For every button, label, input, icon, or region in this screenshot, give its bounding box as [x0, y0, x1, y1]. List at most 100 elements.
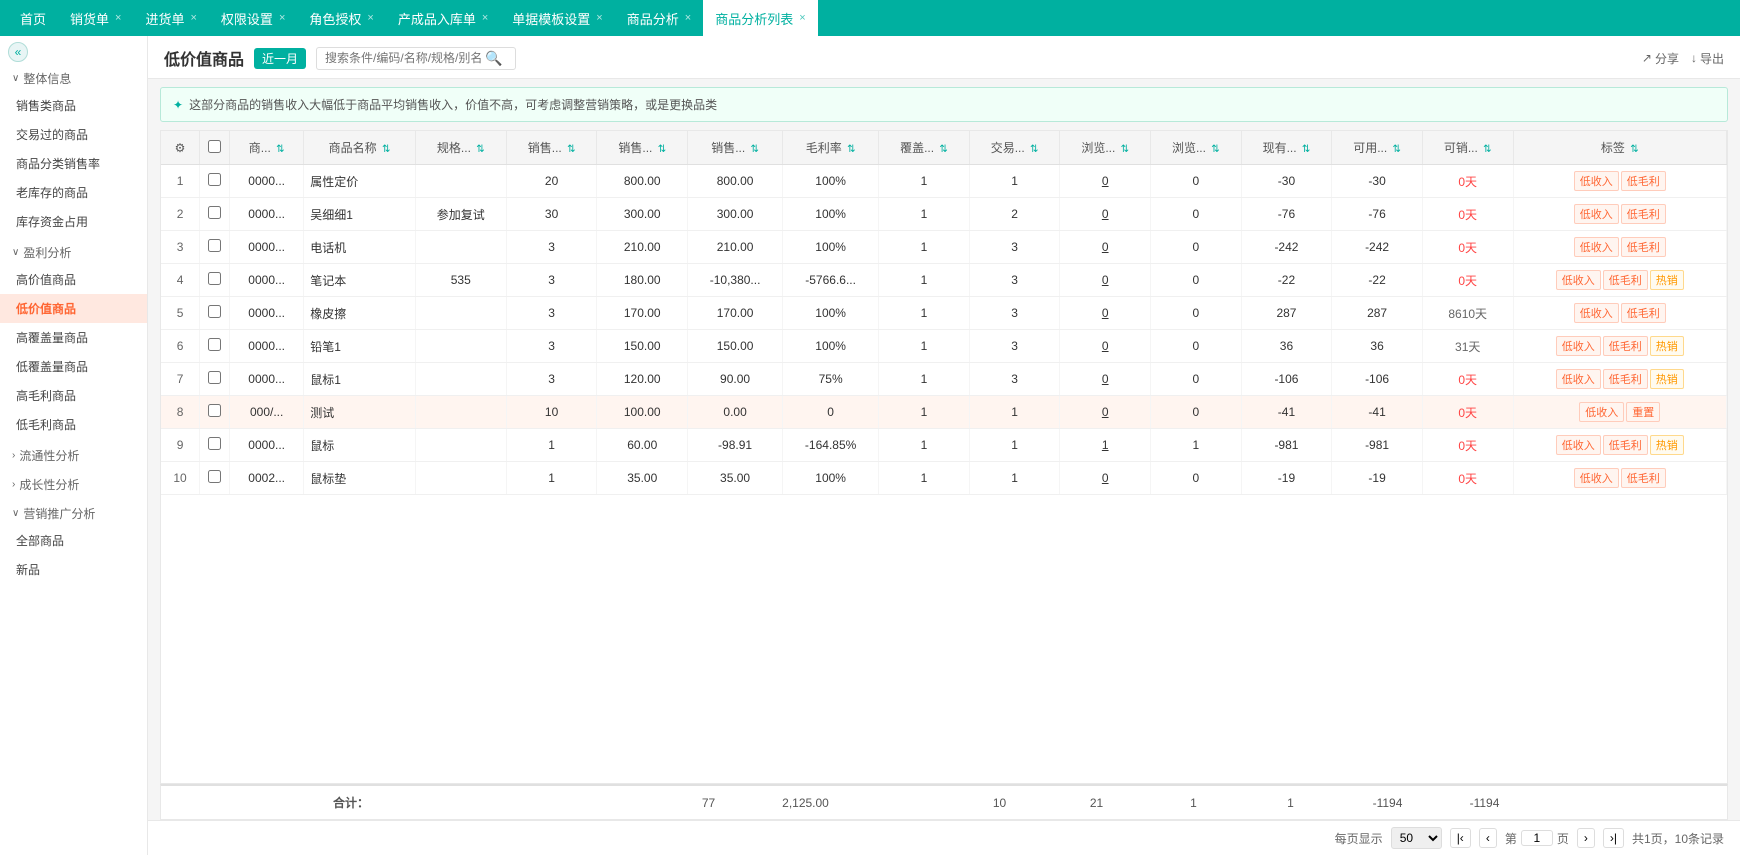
- nav-tab-analysis-list-close[interactable]: ×: [799, 12, 805, 24]
- th-settings[interactable]: ⚙: [161, 131, 200, 165]
- search-input[interactable]: [325, 51, 485, 65]
- sidebar-item-low-coverage[interactable]: 低覆盖量商品: [0, 352, 147, 381]
- nav-tab-role-close[interactable]: ×: [367, 12, 373, 24]
- th-days[interactable]: 可销... ⇅: [1422, 131, 1513, 165]
- sidebar-item-old-stock[interactable]: 老库存的商品: [0, 178, 147, 207]
- th-browse2[interactable]: 浏览... ⇅: [1151, 131, 1242, 165]
- th-tags[interactable]: 标签 ⇅: [1513, 131, 1726, 165]
- td-checkbox[interactable]: [200, 297, 230, 330]
- th-margin[interactable]: 毛利率 ⇅: [783, 131, 879, 165]
- browse1-link[interactable]: 0: [1102, 471, 1109, 485]
- search-icon[interactable]: 🔍: [485, 50, 502, 67]
- td-browse1[interactable]: 0: [1060, 297, 1151, 330]
- export-btn[interactable]: ↓ 导出: [1691, 50, 1724, 67]
- td-checkbox[interactable]: [200, 231, 230, 264]
- page-input[interactable]: [1521, 830, 1553, 846]
- row-checkbox[interactable]: [208, 305, 221, 318]
- row-checkbox[interactable]: [208, 173, 221, 186]
- sidebar-item-low-value[interactable]: 低价值商品: [0, 294, 147, 323]
- td-browse1[interactable]: 1: [1060, 429, 1151, 462]
- prev-page-btn[interactable]: ‹: [1479, 828, 1497, 848]
- nav-tab-analysis[interactable]: 商品分析 ×: [615, 0, 703, 36]
- share-btn[interactable]: ↗ 分享: [1642, 50, 1679, 67]
- browse1-link[interactable]: 0: [1102, 207, 1109, 221]
- row-checkbox[interactable]: [208, 371, 221, 384]
- nav-tab-purchase[interactable]: 进货单 ×: [133, 0, 208, 36]
- sidebar-group-overall[interactable]: ∨ 整体信息: [0, 62, 147, 91]
- row-checkbox[interactable]: [208, 206, 221, 219]
- td-browse1[interactable]: 0: [1060, 363, 1151, 396]
- th-s1[interactable]: 销售... ⇅: [506, 131, 597, 165]
- th-s2[interactable]: 销售... ⇅: [597, 131, 688, 165]
- nav-tab-warehouse[interactable]: 产成品入库单 ×: [386, 0, 500, 36]
- browse1-link[interactable]: 0: [1102, 240, 1109, 254]
- nav-tab-role[interactable]: 角色授权 ×: [297, 0, 385, 36]
- sidebar-collapse-btn[interactable]: «: [8, 42, 28, 62]
- nav-tab-purchase-close[interactable]: ×: [190, 12, 196, 24]
- th-s3[interactable]: 销售... ⇅: [688, 131, 783, 165]
- td-checkbox[interactable]: [200, 198, 230, 231]
- th-trade[interactable]: 交易... ⇅: [969, 131, 1060, 165]
- sidebar-item-high-value[interactable]: 高价值商品: [0, 265, 147, 294]
- nav-tab-home[interactable]: 首页: [8, 0, 58, 36]
- nav-tab-warehouse-close[interactable]: ×: [482, 12, 488, 24]
- browse1-link[interactable]: 0: [1102, 174, 1109, 188]
- nav-tab-sales[interactable]: 销货单 ×: [58, 0, 133, 36]
- sidebar-group-marketing[interactable]: ∨ 营销推广分析: [0, 497, 147, 526]
- td-checkbox[interactable]: [200, 264, 230, 297]
- td-checkbox[interactable]: [200, 429, 230, 462]
- sidebar-group-circulation[interactable]: › 流通性分析: [0, 439, 147, 468]
- row-checkbox[interactable]: [208, 404, 221, 417]
- row-checkbox[interactable]: [208, 272, 221, 285]
- td-checkbox[interactable]: [200, 363, 230, 396]
- browse1-link[interactable]: 1: [1102, 438, 1109, 452]
- th-cov[interactable]: 覆盖... ⇅: [879, 131, 970, 165]
- sidebar-item-high-margin[interactable]: 高毛利商品: [0, 381, 147, 410]
- td-checkbox[interactable]: [200, 396, 230, 429]
- nav-tab-template-close[interactable]: ×: [596, 12, 602, 24]
- sidebar-item-low-margin[interactable]: 低毛利商品: [0, 410, 147, 439]
- browse1-link[interactable]: 0: [1102, 405, 1109, 419]
- td-browse1[interactable]: 0: [1060, 198, 1151, 231]
- td-browse1[interactable]: 0: [1060, 165, 1151, 198]
- td-browse1[interactable]: 0: [1060, 231, 1151, 264]
- sidebar-group-growth[interactable]: › 成长性分析: [0, 468, 147, 497]
- td-checkbox[interactable]: [200, 165, 230, 198]
- th-stock[interactable]: 现有... ⇅: [1241, 131, 1332, 165]
- row-checkbox[interactable]: [208, 338, 221, 351]
- th-code[interactable]: 商... ⇅: [230, 131, 304, 165]
- last-page-btn[interactable]: ›|: [1603, 828, 1624, 848]
- td-browse1[interactable]: 0: [1060, 396, 1151, 429]
- th-avail[interactable]: 可用... ⇅: [1332, 131, 1423, 165]
- sidebar-item-high-coverage[interactable]: 高覆盖量商品: [0, 323, 147, 352]
- browse1-link[interactable]: 0: [1102, 339, 1109, 353]
- td-checkbox[interactable]: [200, 330, 230, 363]
- sidebar-group-profit[interactable]: ∨ 盈利分析: [0, 236, 147, 265]
- sidebar-item-new-products[interactable]: 新品: [0, 555, 147, 584]
- sidebar-item-all-products[interactable]: 全部商品: [0, 526, 147, 555]
- nav-tab-analysis-close[interactable]: ×: [685, 12, 691, 24]
- sidebar-item-sales-products[interactable]: 销售类商品: [0, 91, 147, 120]
- sidebar-item-traded-products[interactable]: 交易过的商品: [0, 120, 147, 149]
- browse1-link[interactable]: 0: [1102, 306, 1109, 320]
- td-checkbox[interactable]: [200, 462, 230, 495]
- nav-tab-permission-close[interactable]: ×: [279, 12, 285, 24]
- row-checkbox[interactable]: [208, 437, 221, 450]
- nav-tab-template[interactable]: 单据模板设置 ×: [500, 0, 614, 36]
- td-browse1[interactable]: 0: [1060, 264, 1151, 297]
- first-page-btn[interactable]: |‹: [1450, 828, 1471, 848]
- td-browse1[interactable]: 0: [1060, 330, 1151, 363]
- th-name[interactable]: 商品名称 ⇅: [304, 131, 416, 165]
- filter-btn[interactable]: 近一月: [254, 48, 306, 69]
- nav-tab-sales-close[interactable]: ×: [115, 12, 121, 24]
- browse1-link[interactable]: 0: [1102, 372, 1109, 386]
- row-checkbox[interactable]: [208, 239, 221, 252]
- nav-tab-permission[interactable]: 权限设置 ×: [209, 0, 297, 36]
- nav-tab-analysis-list[interactable]: 商品分析列表 ×: [703, 0, 817, 36]
- th-browse1[interactable]: 浏览... ⇅: [1060, 131, 1151, 165]
- sidebar-item-inventory-capital[interactable]: 库存资金占用: [0, 207, 147, 236]
- th-spec[interactable]: 规格... ⇅: [415, 131, 506, 165]
- browse1-link[interactable]: 0: [1102, 273, 1109, 287]
- sidebar-item-category-rate[interactable]: 商品分类销售率: [0, 149, 147, 178]
- select-all-checkbox[interactable]: [208, 140, 221, 153]
